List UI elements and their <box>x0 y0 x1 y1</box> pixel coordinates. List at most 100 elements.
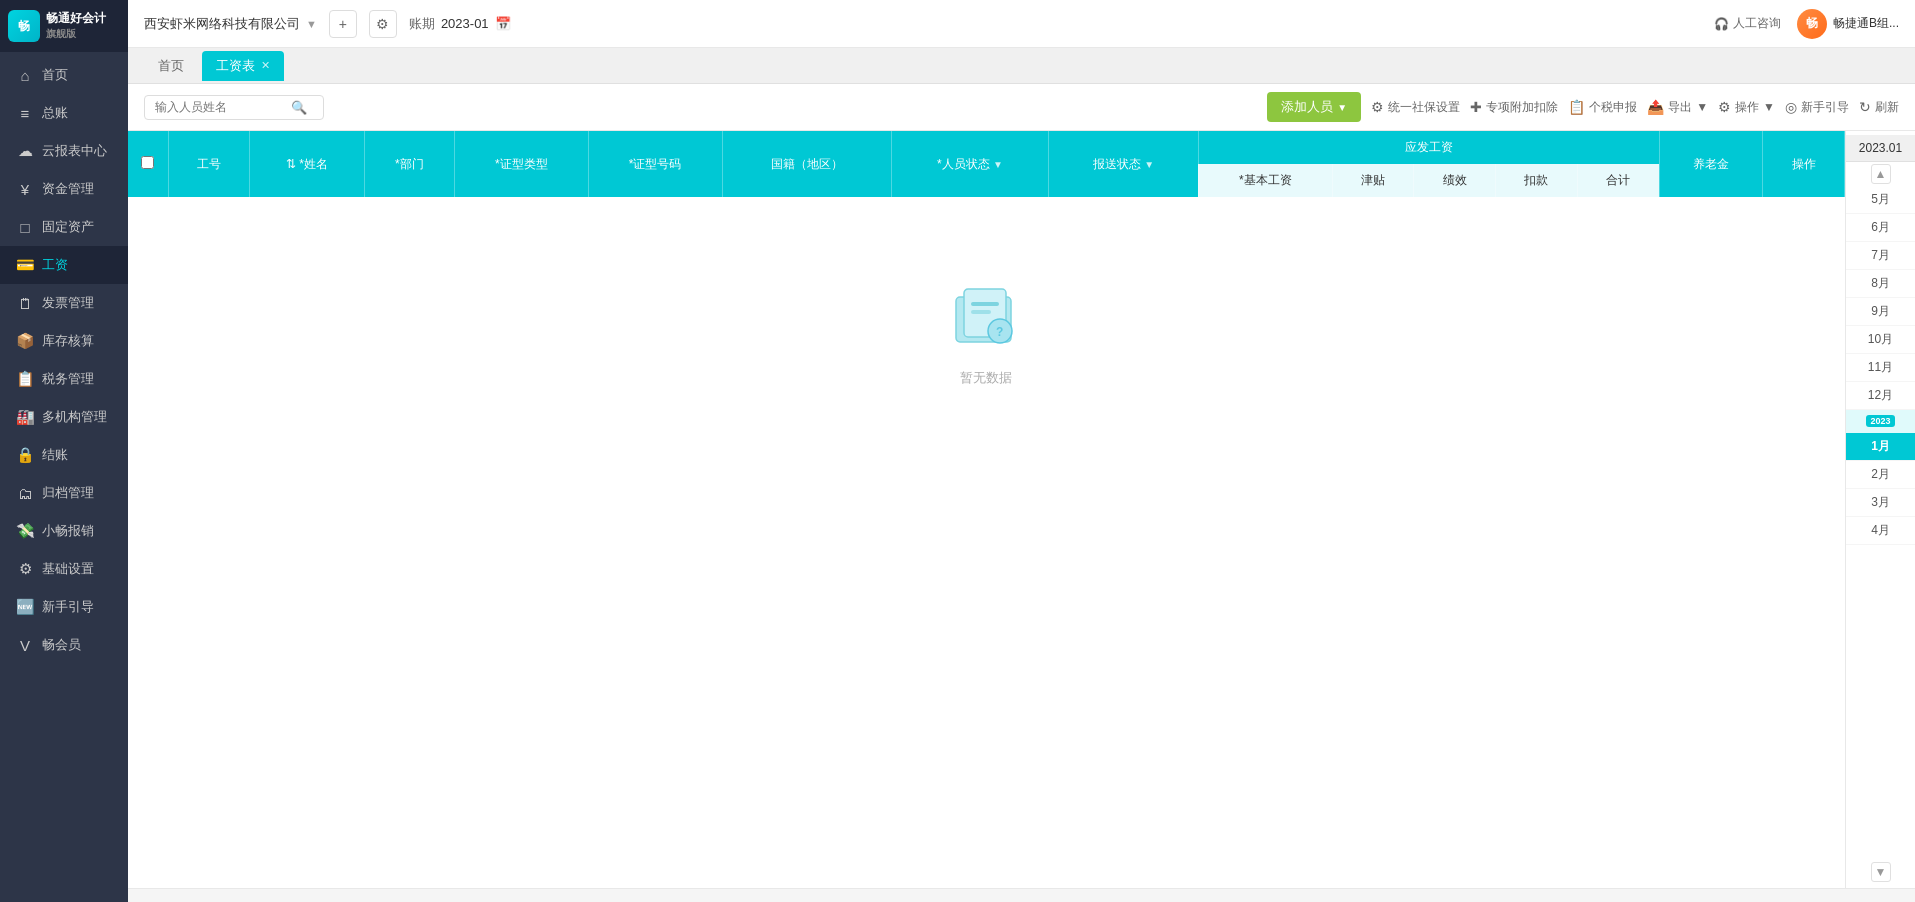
settings-button[interactable]: ⚙ <box>369 10 397 38</box>
col-total: 合计 <box>1577 164 1659 197</box>
user-info[interactable]: 畅 畅捷通B组... <box>1797 9 1899 39</box>
guide-button[interactable]: ◎ 新手引导 <box>1785 99 1849 116</box>
sidebar-item-label: 首页 <box>42 66 68 84</box>
tab-home-label: 首页 <box>158 57 184 75</box>
sidebar-item-closing[interactable]: 🔒 结账 <box>0 436 128 474</box>
month-item-10[interactable]: 10月 <box>1846 326 1915 354</box>
settings-icon: ⚙ <box>16 560 34 578</box>
ledger-icon: ≡ <box>16 105 34 122</box>
sidebar-item-label: 多机构管理 <box>42 408 107 426</box>
tab-salary[interactable]: 工资表 ✕ <box>202 51 284 81</box>
month-item-12[interactable]: 12月 <box>1846 382 1915 410</box>
social-security-button[interactable]: ⚙ 统一社保设置 <box>1371 99 1460 116</box>
personal-tax-label: 个税申报 <box>1589 99 1637 116</box>
col-salary-group: 应发工资 <box>1198 131 1659 164</box>
sidebar-nav: ⌂ 首页 ≡ 总账 ☁ 云报表中心 ¥ 资金管理 □ 固定资产 💳 工资 🗒 发… <box>0 52 128 902</box>
select-all-checkbox[interactable] <box>141 156 154 169</box>
scroll-down-button[interactable]: ▼ <box>1871 862 1891 882</box>
month-item-5[interactable]: 5月 <box>1846 186 1915 214</box>
scroll-up-button[interactable]: ▲ <box>1871 164 1891 184</box>
salary-table: 工号 ⇅ *姓名 *部门 *证型类型 *证型号码 国籍（地区） *人员状态 ▼ … <box>128 131 1845 467</box>
export-label: 导出 <box>1668 99 1692 116</box>
sidebar-item-fund[interactable]: ¥ 资金管理 <box>0 170 128 208</box>
company-selector[interactable]: 西安虾米网络科技有限公司 ▼ <box>144 15 317 33</box>
search-box[interactable]: 🔍 <box>144 95 324 120</box>
col-operation: 操作 <box>1763 131 1845 197</box>
personal-tax-button[interactable]: 📋 个税申报 <box>1568 99 1637 116</box>
empty-text: 暂无数据 <box>960 369 1012 387</box>
col-deduction: 扣款 <box>1496 164 1578 197</box>
social-security-label: 统一社保设置 <box>1388 99 1460 116</box>
year-badge: 2023 <box>1866 415 1894 427</box>
month-item-9[interactable]: 9月 <box>1846 298 1915 326</box>
headset-icon: 🎧 <box>1714 17 1729 31</box>
sidebar-item-label: 库存核算 <box>42 332 94 350</box>
special-deduction-button[interactable]: ✚ 专项附加扣除 <box>1470 99 1558 116</box>
month-item-3[interactable]: 3月 <box>1846 489 1915 517</box>
filter-icon[interactable]: ▼ <box>993 159 1003 170</box>
search-input[interactable] <box>155 100 285 114</box>
sidebar-item-multi-org[interactable]: 🏭 多机构管理 <box>0 398 128 436</box>
sidebar-item-label: 结账 <box>42 446 68 464</box>
support-label: 人工咨询 <box>1733 15 1781 32</box>
refresh-button[interactable]: ↻ 刷新 <box>1859 99 1899 116</box>
month-item-6[interactable]: 6月 <box>1846 214 1915 242</box>
operation-button[interactable]: ⚙ 操作 ▼ <box>1718 99 1775 116</box>
month-item-8[interactable]: 8月 <box>1846 270 1915 298</box>
archive-icon: 🗂 <box>16 485 34 502</box>
sidebar-item-ledger[interactable]: ≡ 总账 <box>0 94 128 132</box>
sort-icon[interactable]: ⇅ <box>286 157 296 171</box>
refresh-icon: ↻ <box>1859 99 1871 115</box>
tax-icon: 📋 <box>16 370 34 388</box>
sidebar-item-fixed-assets[interactable]: □ 固定资产 <box>0 208 128 246</box>
sidebar-item-guide[interactable]: 🆕 新手引导 <box>0 588 128 626</box>
month-item-7[interactable]: 7月 <box>1846 242 1915 270</box>
operation-icon: ⚙ <box>1718 99 1731 115</box>
sidebar-item-salary[interactable]: 💳 工资 <box>0 246 128 284</box>
period-label: 账期 <box>409 15 435 33</box>
month-item-4[interactable]: 4月 <box>1846 517 1915 545</box>
support-button[interactable]: 🎧 人工咨询 <box>1714 15 1781 32</box>
special-deduction-icon: ✚ <box>1470 99 1482 115</box>
add-person-button[interactable]: 添加人员 ▼ <box>1267 92 1361 122</box>
month-item-1[interactable]: 1月 <box>1846 433 1915 461</box>
col-base-salary: *基本工资 <box>1198 164 1332 197</box>
sidebar-item-expense[interactable]: 💸 小畅报销 <box>0 512 128 550</box>
sidebar-item-archive[interactable]: 🗂 归档管理 <box>0 474 128 512</box>
horizontal-scrollbar[interactable] <box>128 888 1915 902</box>
sidebar-item-settings[interactable]: ⚙ 基础设置 <box>0 550 128 588</box>
tab-salary-label: 工资表 <box>216 57 255 75</box>
period-header: 2023.01 <box>1846 135 1915 162</box>
svg-rect-3 <box>971 310 991 314</box>
sidebar-item-home[interactable]: ⌂ 首页 <box>0 56 128 94</box>
sidebar-item-member[interactable]: V 畅会员 <box>0 626 128 664</box>
month-item-11[interactable]: 11月 <box>1846 354 1915 382</box>
personal-tax-icon: 📋 <box>1568 99 1585 115</box>
sidebar-item-inventory[interactable]: 📦 库存核算 <box>0 322 128 360</box>
empty-state: ? 暂无数据 <box>128 197 1845 467</box>
tab-close-icon[interactable]: ✕ <box>261 59 270 72</box>
home-icon: ⌂ <box>16 67 34 84</box>
col-dept: *部门 <box>364 131 454 197</box>
closing-icon: 🔒 <box>16 446 34 464</box>
filter-icon[interactable]: ▼ <box>1144 159 1154 170</box>
special-deduction-label: 专项附加扣除 <box>1486 99 1558 116</box>
operation-label: 操作 <box>1735 99 1759 116</box>
tab-home[interactable]: 首页 <box>144 51 198 81</box>
col-report-status: 报送状态 ▼ <box>1049 131 1198 197</box>
guide-icon: ◎ <box>1785 99 1797 115</box>
year-label: 2023 <box>1846 410 1915 433</box>
user-name: 畅捷通B组... <box>1833 15 1899 32</box>
col-performance: 绩效 <box>1414 164 1496 197</box>
calendar-icon[interactable]: 📅 <box>495 16 511 31</box>
add-company-button[interactable]: + <box>329 10 357 38</box>
export-button[interactable]: 📤 导出 ▼ <box>1647 99 1708 116</box>
sidebar-item-tax[interactable]: 📋 税务管理 <box>0 360 128 398</box>
app-header: 西安虾米网络科技有限公司 ▼ + ⚙ 账期 2023-01 📅 🎧 人工咨询 畅… <box>128 0 1915 48</box>
sidebar-item-cloud-report[interactable]: ☁ 云报表中心 <box>0 132 128 170</box>
export-icon: 📤 <box>1647 99 1664 115</box>
month-item-2[interactable]: 2月 <box>1846 461 1915 489</box>
sidebar-item-invoice[interactable]: 🗒 发票管理 <box>0 284 128 322</box>
sidebar-item-label: 畅会员 <box>42 636 81 654</box>
company-name: 西安虾米网络科技有限公司 <box>144 15 300 33</box>
